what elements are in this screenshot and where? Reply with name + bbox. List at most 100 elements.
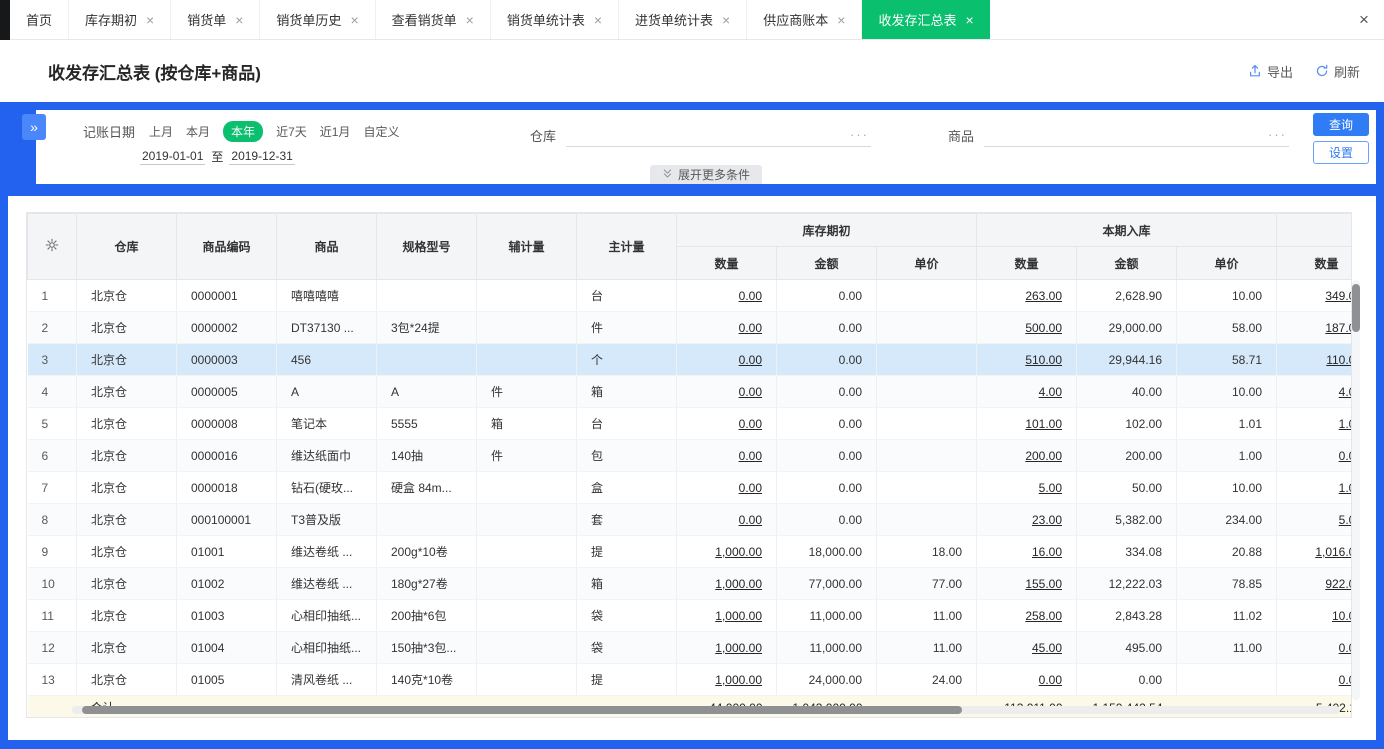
tab-close-icon[interactable]: × bbox=[722, 13, 730, 27]
qty-link[interactable]: 16.00 bbox=[1032, 545, 1062, 559]
table-row[interactable]: 11北京仓01003心相印抽纸...200抽*6包袋1,000.0011,000… bbox=[28, 600, 1353, 632]
date-preset-3[interactable]: 近7天 bbox=[276, 123, 307, 140]
col-header-2[interactable]: 商品 bbox=[277, 214, 377, 280]
qty-link[interactable]: 0.00 bbox=[739, 353, 762, 367]
table-row[interactable]: 3北京仓0000003456个0.000.00510.0029,944.1658… bbox=[28, 344, 1353, 376]
settings-button[interactable]: 设置 bbox=[1313, 141, 1369, 164]
tab-close-icon[interactable]: × bbox=[965, 13, 973, 27]
col-header-0[interactable]: 仓库 bbox=[77, 214, 177, 280]
tab-6[interactable]: 进货单统计表× bbox=[619, 0, 747, 39]
qty-link[interactable]: 0.00 bbox=[739, 321, 762, 335]
date-preset-0[interactable]: 上月 bbox=[149, 123, 173, 140]
tab-close-icon[interactable]: × bbox=[594, 13, 602, 27]
qty-link[interactable]: 0.00 bbox=[739, 449, 762, 463]
table-row[interactable]: 9北京仓01001维达卷纸 ...200g*10卷提1,000.0018,000… bbox=[28, 536, 1353, 568]
qty-link[interactable]: 187.00 bbox=[1325, 321, 1352, 335]
col-header-1[interactable]: 商品编码 bbox=[177, 214, 277, 280]
tab-0[interactable]: 首页 bbox=[10, 0, 69, 39]
qty-link[interactable]: 1,016.00 bbox=[1315, 545, 1352, 559]
tab-close-icon[interactable]: × bbox=[146, 13, 154, 27]
product-input[interactable]: ··· bbox=[984, 126, 1289, 147]
date-from-input[interactable]: 2019-01-01 bbox=[140, 149, 205, 165]
tab-3[interactable]: 销货单历史× bbox=[260, 0, 375, 39]
export-button[interactable]: 导出 bbox=[1248, 62, 1293, 81]
qty-link[interactable]: 510.00 bbox=[1025, 353, 1062, 367]
refresh-button[interactable]: 刷新 bbox=[1315, 62, 1360, 81]
qty-link[interactable]: 45.00 bbox=[1032, 641, 1062, 655]
qty-link[interactable]: 500.00 bbox=[1025, 321, 1062, 335]
sub-header-0-2[interactable]: 单价 bbox=[877, 247, 977, 280]
qty-link[interactable]: 0.00 bbox=[739, 385, 762, 399]
qty-link[interactable]: 0.00 bbox=[739, 417, 762, 431]
window-close-icon[interactable]: × bbox=[1344, 0, 1384, 39]
table-row[interactable]: 13北京仓01005清风卷纸 ...140克*10卷提1,000.0024,00… bbox=[28, 664, 1353, 696]
sub-header-0-1[interactable]: 金额 bbox=[777, 247, 877, 280]
qty-link[interactable]: 0.00 bbox=[1339, 641, 1352, 655]
table-row[interactable]: 6北京仓0000016维达纸面巾140抽件包0.000.00200.00200.… bbox=[28, 440, 1353, 472]
table-row[interactable]: 8北京仓000100001T3普及版套0.000.0023.005,382.00… bbox=[28, 504, 1353, 536]
warehouse-more-icon[interactable]: ··· bbox=[850, 127, 869, 142]
tab-close-icon[interactable]: × bbox=[350, 13, 358, 27]
qty-link[interactable]: 349.00 bbox=[1325, 289, 1352, 303]
col-header-4[interactable]: 辅计量 bbox=[477, 214, 577, 280]
query-button[interactable]: 查询 bbox=[1313, 113, 1369, 136]
sub-header-2-0[interactable]: 数量 bbox=[1277, 247, 1352, 280]
table-row[interactable]: 12北京仓01004心相印抽纸...150抽*3包...袋1,000.0011,… bbox=[28, 632, 1353, 664]
qty-link[interactable]: 1,000.00 bbox=[715, 609, 762, 623]
date-preset-4[interactable]: 近1月 bbox=[320, 123, 351, 140]
table-row[interactable]: 10北京仓01002维达卷纸 ...180g*27卷箱1,000.0077,00… bbox=[28, 568, 1353, 600]
tab-close-icon[interactable]: × bbox=[235, 13, 243, 27]
column-settings-header[interactable] bbox=[28, 214, 77, 280]
qty-link[interactable]: 0.00 bbox=[1339, 449, 1352, 463]
qty-link[interactable]: 101.00 bbox=[1025, 417, 1062, 431]
qty-link[interactable]: 0.00 bbox=[739, 513, 762, 527]
table-row[interactable]: 4北京仓0000005AA件箱0.000.004.0040.0010.004.0… bbox=[28, 376, 1353, 408]
qty-link[interactable]: 1,000.00 bbox=[715, 673, 762, 687]
qty-link[interactable]: 0.00 bbox=[1339, 673, 1352, 687]
tab-2[interactable]: 销货单× bbox=[171, 0, 260, 39]
qty-link[interactable]: 1,000.00 bbox=[715, 545, 762, 559]
qty-link[interactable]: 4.00 bbox=[1039, 385, 1062, 399]
col-header-3[interactable]: 规格型号 bbox=[377, 214, 477, 280]
horizontal-scrollbar-thumb[interactable] bbox=[82, 706, 962, 714]
horizontal-scrollbar[interactable] bbox=[72, 706, 1340, 714]
tab-1[interactable]: 库存期初× bbox=[69, 0, 171, 39]
sub-header-1-1[interactable]: 金额 bbox=[1077, 247, 1177, 280]
qty-link[interactable]: 0.00 bbox=[1039, 673, 1062, 687]
qty-link[interactable]: 110.00 bbox=[1326, 353, 1352, 367]
date-preset-2[interactable]: 本年 bbox=[223, 121, 263, 142]
qty-link[interactable]: 0.00 bbox=[739, 481, 762, 495]
qty-link[interactable]: 5.00 bbox=[1339, 513, 1352, 527]
qty-link[interactable]: 1,000.00 bbox=[715, 577, 762, 591]
product-more-icon[interactable]: ··· bbox=[1268, 127, 1287, 142]
table-row[interactable]: 1北京仓0000001嘻嘻嘻嘻台0.000.00263.002,628.9010… bbox=[28, 280, 1353, 312]
qty-link[interactable]: 4.00 bbox=[1339, 385, 1352, 399]
qty-link[interactable]: 155.00 bbox=[1025, 577, 1062, 591]
table-row[interactable]: 5北京仓0000008笔记本5555箱台0.000.00101.00102.00… bbox=[28, 408, 1353, 440]
qty-link[interactable]: 10.00 bbox=[1332, 609, 1352, 623]
qty-link[interactable]: 23.00 bbox=[1032, 513, 1062, 527]
tab-close-icon[interactable]: × bbox=[837, 13, 845, 27]
col-header-5[interactable]: 主计量 bbox=[577, 214, 677, 280]
vertical-scrollbar-thumb[interactable] bbox=[1352, 284, 1360, 332]
tab-8[interactable]: 收发存汇总表× bbox=[862, 0, 989, 39]
qty-link[interactable]: 0.00 bbox=[739, 289, 762, 303]
warehouse-input[interactable]: ··· bbox=[566, 126, 871, 147]
tab-close-icon[interactable]: × bbox=[466, 13, 474, 27]
sub-header-1-2[interactable]: 单价 bbox=[1177, 247, 1277, 280]
qty-link[interactable]: 263.00 bbox=[1025, 289, 1062, 303]
qty-link[interactable]: 922.00 bbox=[1325, 577, 1352, 591]
collapse-filter-button[interactable]: » bbox=[22, 114, 46, 140]
tab-7[interactable]: 供应商账本× bbox=[747, 0, 862, 39]
tab-5[interactable]: 销货单统计表× bbox=[491, 0, 619, 39]
gear-icon[interactable] bbox=[45, 241, 59, 255]
date-to-input[interactable]: 2019-12-31 bbox=[229, 149, 294, 165]
qty-link[interactable]: 1.00 bbox=[1339, 481, 1352, 495]
expand-more-button[interactable]: 展开更多条件 bbox=[650, 165, 762, 184]
qty-link[interactable]: 1.00 bbox=[1339, 417, 1352, 431]
vertical-scrollbar[interactable] bbox=[1352, 280, 1360, 700]
qty-link[interactable]: 5.00 bbox=[1039, 481, 1062, 495]
sub-header-1-0[interactable]: 数量 bbox=[977, 247, 1077, 280]
sub-header-0-0[interactable]: 数量 bbox=[677, 247, 777, 280]
table-row[interactable]: 7北京仓0000018钻石(硬玫...硬盒 84m...盒0.000.005.0… bbox=[28, 472, 1353, 504]
